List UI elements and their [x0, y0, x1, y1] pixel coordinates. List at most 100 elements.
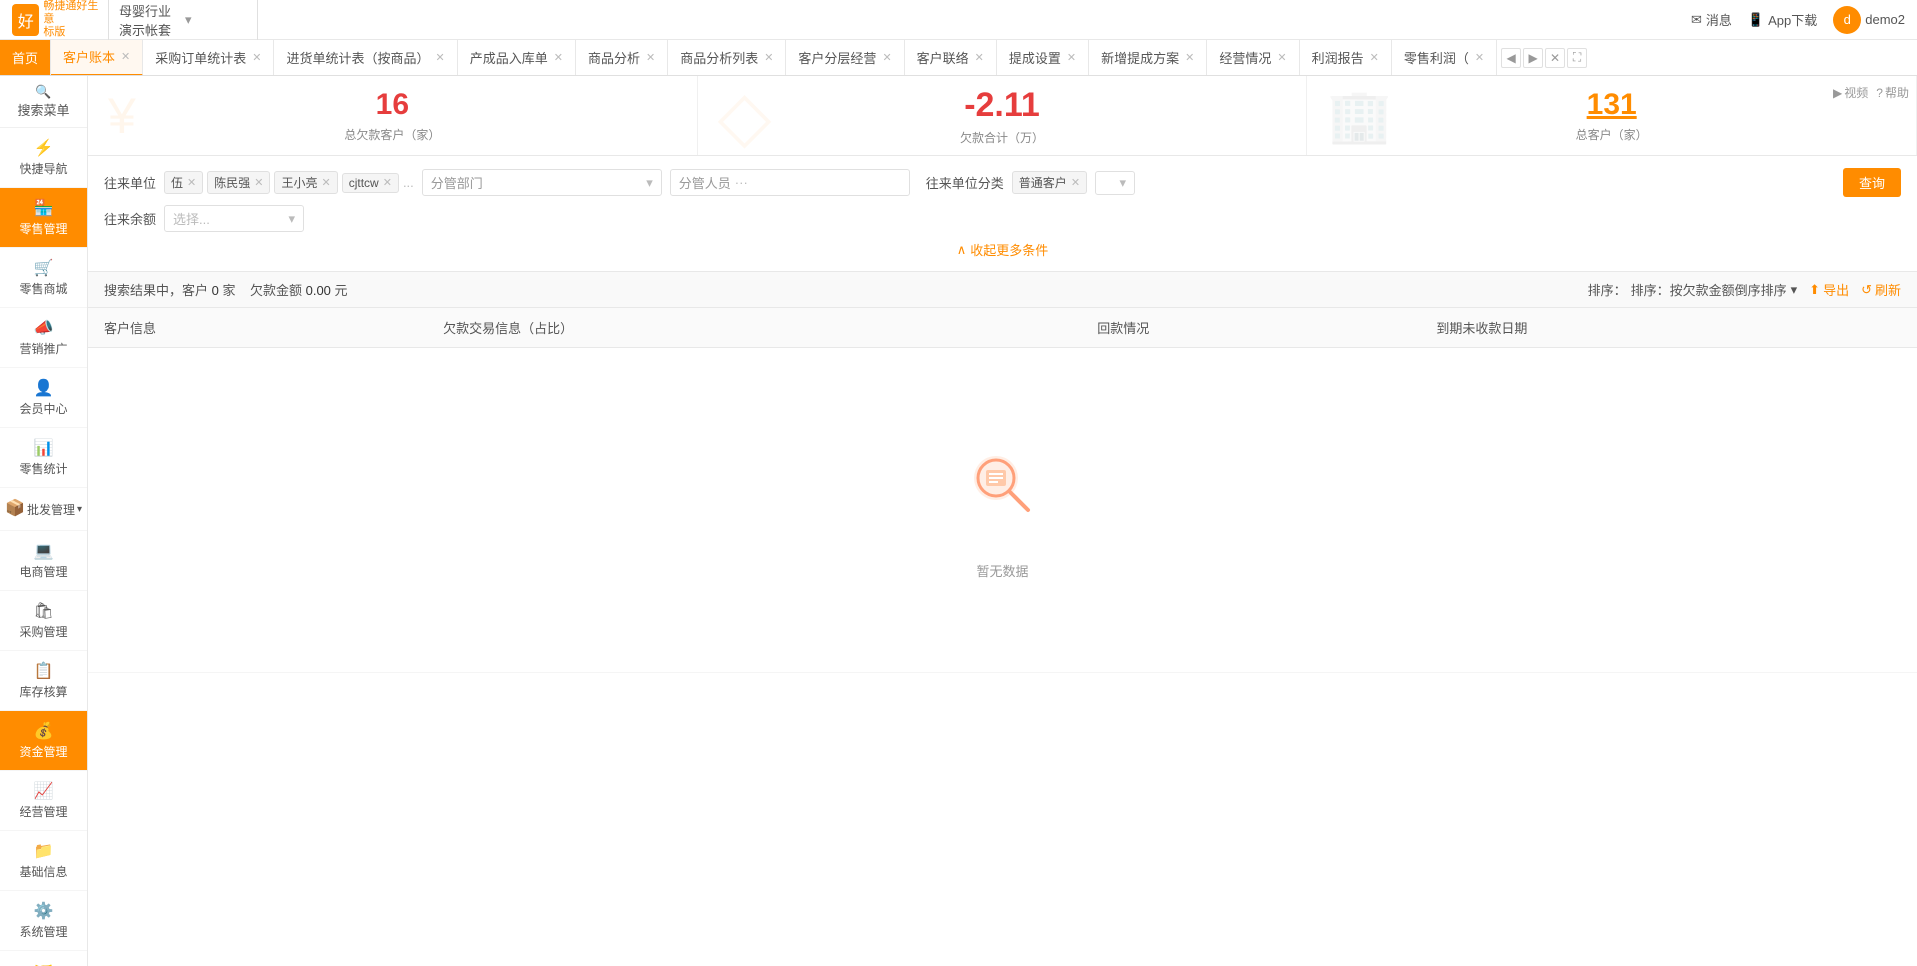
data-table: 客户信息 欠款交易信息（占比） 回款情况 到期未收款日期: [88, 308, 1917, 673]
tab-retail-profit[interactable]: 零售利润（ ✕: [1392, 40, 1497, 76]
sidebar-item-ecommerce[interactable]: 💻 电商管理: [0, 531, 87, 591]
tab-product-analysis[interactable]: 商品分析 ✕: [576, 40, 668, 76]
filter-staff-select[interactable]: 分管人员 ···: [670, 169, 910, 196]
sidebar-search[interactable]: 🔍 搜索菜单: [0, 76, 87, 128]
stat-value-total-customers: 131: [1587, 88, 1637, 122]
sidebar-item-finance[interactable]: 💰 资金管理: [0, 711, 87, 771]
video-help-button[interactable]: ▶ 视频: [1833, 84, 1868, 101]
stat-label-total-customers: 总客户（家）: [1576, 126, 1648, 143]
nav-close-all-button[interactable]: ✕: [1545, 48, 1565, 68]
avatar-icon: d: [1833, 6, 1861, 34]
retail-stats-icon: 📊: [4, 438, 83, 458]
sidebar-item-quick-nav[interactable]: ⚡ 快捷导航: [0, 128, 87, 188]
purchase-icon: 🛍: [4, 601, 83, 621]
tab-customer-contact[interactable]: 客户联络 ✕: [905, 40, 997, 76]
filter-unit-class-select[interactable]: ▾: [1095, 171, 1135, 195]
close-tab-product-analysis[interactable]: ✕: [646, 51, 655, 64]
quick-nav-icon: ⚡: [4, 138, 83, 158]
sidebar-item-retail-mgmt[interactable]: 🏪 零售管理: [0, 188, 87, 248]
export-button[interactable]: ⬆ 导出: [1809, 280, 1849, 299]
refresh-icon: ↺: [1861, 282, 1872, 298]
close-tab-customer-contact[interactable]: ✕: [975, 51, 984, 64]
remove-tag-normal-customer[interactable]: ✕: [1071, 176, 1080, 189]
close-tab-product-inbound[interactable]: ✕: [554, 51, 563, 64]
col-customer-info: 客户信息: [88, 308, 427, 348]
filter-row-1: 往来单位 伍 ✕ 陈民强 ✕ 王小亮 ✕: [104, 168, 1901, 197]
sidebar-item-ops[interactable]: 📈 经营管理: [0, 771, 87, 831]
close-tab-profit[interactable]: ✕: [1370, 51, 1379, 64]
sidebar-item-member[interactable]: 👤 会员中心: [0, 368, 87, 428]
top-bar: 好 畅捷通好生意 标版 母婴行业演示帐套 ▾ ✉ 消息 📱 App下载 d de…: [0, 0, 1917, 40]
sidebar-item-sys-mgmt[interactable]: ⚙️ 系统管理: [0, 891, 87, 951]
nav-next-button[interactable]: ▶: [1523, 48, 1543, 68]
close-tab-inbound[interactable]: ✕: [436, 51, 445, 64]
close-tab-customer-segment[interactable]: ✕: [882, 51, 891, 64]
tab-new-commission[interactable]: 新增提成方案 ✕: [1089, 40, 1207, 76]
sidebar-item-retail-stats[interactable]: 📊 零售统计: [0, 428, 87, 488]
remove-tag-cjttcw[interactable]: ✕: [383, 176, 392, 189]
sidebar-item-wholesale[interactable]: 📦 批发管理 ▾: [0, 488, 87, 531]
stat-total-customers: 🏢 131 总客户（家）: [1307, 76, 1917, 155]
remove-tag-wu[interactable]: ✕: [187, 176, 196, 189]
close-tab-purchase[interactable]: ✕: [252, 51, 261, 64]
workspace-dropdown-icon: ▾: [185, 12, 247, 28]
sidebar-item-enterprise[interactable]: 🤝 企业协同: [0, 951, 87, 966]
collapse-filter-button[interactable]: ∧ 收起更多条件: [104, 240, 1901, 259]
enterprise-icon: 🤝: [4, 961, 83, 966]
refresh-button[interactable]: ↺ 刷新: [1861, 280, 1901, 299]
filter-balance-select[interactable]: 选择... ▾: [164, 205, 304, 232]
help-button[interactable]: ? 帮助: [1876, 84, 1909, 101]
user-avatar[interactable]: d demo2: [1833, 6, 1905, 34]
filter-dept-select[interactable]: 分管部门 ▾: [422, 169, 662, 196]
message-button[interactable]: ✉ 消息: [1691, 10, 1732, 29]
sidebar-item-basic-info[interactable]: 📁 基础信息: [0, 831, 87, 891]
tab-ops-status[interactable]: 经营情况 ✕: [1207, 40, 1299, 76]
tab-inbound-stats[interactable]: 进货单统计表（按商品） ✕: [274, 40, 457, 76]
sidebar-item-marketing[interactable]: 📣 营销推广: [0, 308, 87, 368]
remove-tag-chen[interactable]: ✕: [254, 176, 263, 189]
tab-customer-ledger[interactable]: 客户账本 ✕: [51, 40, 143, 76]
filter-row-2: 往来余额 选择... ▾: [104, 205, 1901, 232]
nav-expand-button[interactable]: ⛶: [1567, 48, 1587, 68]
close-tab-retail-profit[interactable]: ✕: [1475, 51, 1484, 64]
stats-bar: ¥ 16 总欠款客户（家） ◇ -2.11 欠款合计（万） 🏢 131 总客户（…: [88, 76, 1917, 156]
tab-profit-report[interactable]: 利润报告 ✕: [1300, 40, 1392, 76]
app-download-button[interactable]: 📱 App下载: [1748, 10, 1817, 29]
result-info: 搜索结果中，客户 0 家 欠款金额 0.00 元: [104, 280, 348, 299]
col-overdue-info: 欠款交易信息（占比）: [427, 308, 1081, 348]
filter-tag-cjttcw: cjttcw ✕: [342, 173, 399, 193]
close-tab-ops[interactable]: ✕: [1277, 51, 1286, 64]
close-tab-new-commission[interactable]: ✕: [1185, 51, 1194, 64]
tab-product-inbound[interactable]: 产成品入库单 ✕: [458, 40, 576, 76]
remove-tag-wang[interactable]: ✕: [322, 176, 331, 189]
inventory-icon: 📋: [4, 661, 83, 681]
filter-balance-label: 往来余额: [104, 209, 156, 228]
nav-prev-button[interactable]: ◀: [1501, 48, 1521, 68]
col-repayment: 回款情况: [1081, 308, 1420, 348]
tab-product-analysis-list[interactable]: 商品分析列表 ✕: [668, 40, 786, 76]
search-button[interactable]: 查询: [1843, 168, 1901, 197]
sidebar-item-retail-mall[interactable]: 🛒 零售商城: [0, 248, 87, 308]
stat-label-overdue-amount: 欠款合计（万）: [960, 129, 1044, 146]
logo-area: 好 畅捷通好生意 标版: [12, 0, 100, 39]
wholesale-icon: 📦: [5, 498, 25, 518]
tab-purchase-order-stats[interactable]: 采购订单统计表 ✕: [143, 40, 274, 76]
tab-commission-settings[interactable]: 提成设置 ✕: [997, 40, 1089, 76]
sort-selector[interactable]: 排序： 排序：按欠款金额倒序排序 ▾: [1588, 280, 1798, 299]
close-tab-product-analysis-list[interactable]: ✕: [764, 51, 773, 64]
balance-dropdown-icon: ▾: [288, 211, 295, 227]
stat-bg-icon-2: ◇: [718, 76, 772, 157]
filter-more-tags[interactable]: ...: [403, 175, 414, 190]
sidebar-item-inventory[interactable]: 📋 库存核算: [0, 651, 87, 711]
tab-customer-segment[interactable]: 客户分层经营 ✕: [786, 40, 904, 76]
stat-label-overdue-customers: 总欠款客户（家）: [344, 126, 440, 143]
close-tab-commission[interactable]: ✕: [1067, 51, 1076, 64]
main-area: 🔍 搜索菜单 ⚡ 快捷导航 🏪 零售管理 🛒 零售商城 📣 营销推广 👤: [0, 76, 1917, 966]
filter-tag-chen: 陈民强 ✕: [207, 171, 270, 194]
close-tab-customer-ledger[interactable]: ✕: [121, 50, 130, 63]
workspace-selector[interactable]: 母婴行业演示帐套 ▾: [108, 0, 258, 44]
retail-mgmt-icon: 🏪: [4, 198, 83, 218]
tab-home[interactable]: 首页: [0, 40, 51, 76]
unit-class-dropdown-icon: ▾: [1120, 175, 1127, 191]
sidebar-item-purchase[interactable]: 🛍 采购管理: [0, 591, 87, 651]
